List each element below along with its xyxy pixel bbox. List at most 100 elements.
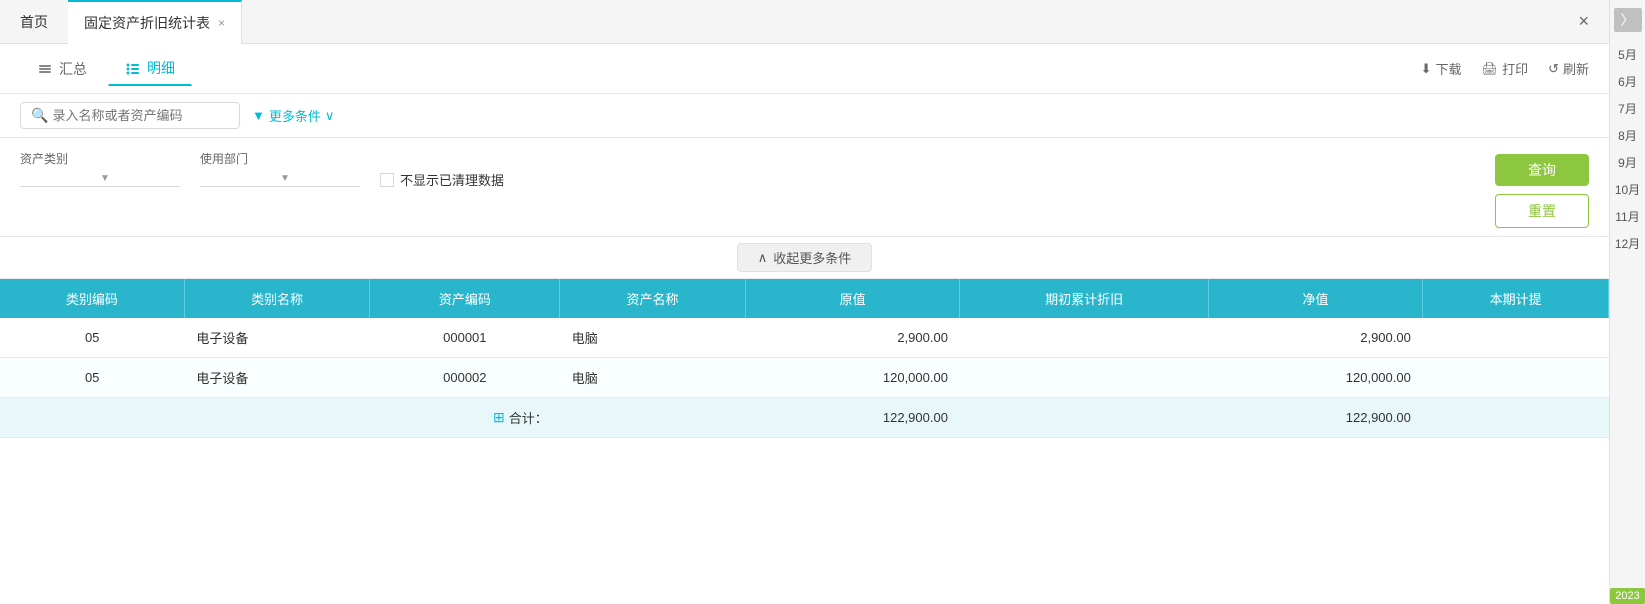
asset-category-field: 资产类别 ▼ xyxy=(20,150,180,187)
use-department-field: 使用部门 ▼ xyxy=(200,150,360,187)
cell-net-value: 2,900.00 xyxy=(1208,318,1423,358)
summary-net-value: 122,900.00 xyxy=(1208,398,1423,438)
tab-home[interactable]: 首页 xyxy=(0,0,68,44)
month-item-10[interactable]: 10月 xyxy=(1610,177,1645,202)
month-item-7[interactable]: 7月 xyxy=(1610,96,1645,121)
month-item-6[interactable]: 6月 xyxy=(1610,69,1645,94)
data-table-wrap: 类别编码 类别名称 资产编码 资产名称 原值 期初累计折旧 净值 本期计提 05… xyxy=(0,279,1609,604)
cell-category-name: 电子设备 xyxy=(184,358,370,398)
cell-original-value: 2,900.00 xyxy=(745,318,960,358)
cell-category-name: 电子设备 xyxy=(184,318,370,358)
sidebar-expand-arrow[interactable]: 〉 xyxy=(1614,8,1642,32)
col-current-depreciation: 本期计提 xyxy=(1423,279,1609,318)
col-asset-code: 资产编码 xyxy=(370,279,560,318)
collapse-bar: ∧ 收起更多条件 xyxy=(0,237,1609,279)
month-item-5[interactable]: 5月 xyxy=(1610,42,1645,67)
list-icon xyxy=(125,60,141,76)
chevron-down-icon: ∨ xyxy=(325,108,335,124)
month-item-11[interactable]: 11月 xyxy=(1610,204,1645,229)
cell-net-value: 120,000.00 xyxy=(1208,358,1423,398)
summary-original-value: 122,900.00 xyxy=(745,398,960,438)
col-category-code: 类别编码 xyxy=(0,279,184,318)
asset-category-arrow: ▼ xyxy=(100,173,180,184)
cell-category-code: 05 xyxy=(0,358,184,398)
tab-close-icon[interactable]: × xyxy=(218,16,225,30)
download-label: 下载 xyxy=(1436,59,1462,78)
hide-cleared-checkbox[interactable] xyxy=(380,173,394,187)
summary-accumulated-depreciation xyxy=(960,398,1208,438)
window-close-button[interactable]: × xyxy=(1558,11,1609,32)
col-accumulated-depreciation: 期初累计折旧 xyxy=(960,279,1208,318)
collapse-button[interactable]: ∧ 收起更多条件 xyxy=(737,243,873,272)
cell-accumulated-depreciation xyxy=(960,318,1208,358)
sub-tab-bar: 汇总 明细 ⬇ 下载 🖨 打印 ↺ 刷新 xyxy=(0,44,1609,94)
col-asset-name: 资产名称 xyxy=(560,279,746,318)
collapse-up-icon: ∧ xyxy=(758,250,768,266)
cell-asset-code: 000002 xyxy=(370,358,560,398)
table-row: 05 电子设备 000001 电脑 2,900.00 2,900.00 xyxy=(0,318,1609,358)
summary-label-cell: ⊞ 合计： xyxy=(370,398,560,438)
summary-label-text: 合计： xyxy=(509,408,548,427)
hide-cleared-label: 不显示已清理数据 xyxy=(400,170,504,189)
asset-category-label: 资产类别 xyxy=(20,150,180,167)
tab-summary[interactable]: 汇总 xyxy=(20,52,104,86)
tab-detail-label: 明细 xyxy=(147,58,175,78)
col-category-name: 类别名称 xyxy=(184,279,370,318)
layers-icon xyxy=(37,61,53,77)
col-net-value: 净值 xyxy=(1208,279,1423,318)
download-button[interactable]: ⬇ 下载 xyxy=(1421,59,1462,78)
refresh-button[interactable]: ↺ 刷新 xyxy=(1548,59,1589,78)
col-original-value: 原值 xyxy=(745,279,960,318)
print-icon: 🖨 xyxy=(1482,61,1499,77)
month-item-8[interactable]: 8月 xyxy=(1610,123,1645,148)
table-header-row: 类别编码 类别名称 资产编码 资产名称 原值 期初累计折旧 净值 本期计提 xyxy=(0,279,1609,318)
print-button[interactable]: 🖨 打印 xyxy=(1482,59,1529,78)
cell-asset-code: 000001 xyxy=(370,318,560,358)
filter-icon: ▼ xyxy=(252,108,265,123)
table-row: 05 电子设备 000002 电脑 120,000.00 120,000.00 xyxy=(0,358,1609,398)
print-label: 打印 xyxy=(1502,59,1528,78)
collapse-label: 收起更多条件 xyxy=(773,248,851,267)
data-table: 类别编码 类别名称 资产编码 资产名称 原值 期初累计折旧 净值 本期计提 05… xyxy=(0,279,1609,438)
search-wrap: 🔍 xyxy=(20,102,240,129)
refresh-icon: ↺ xyxy=(1548,61,1559,77)
cell-current-depreciation xyxy=(1423,358,1609,398)
use-department-arrow: ▼ xyxy=(280,173,360,184)
more-filter-button[interactable]: ▼ 更多条件 ∨ xyxy=(252,106,334,125)
summary-empty-1 xyxy=(0,398,184,438)
advanced-filter: 资产类别 ▼ 使用部门 ▼ 不显示已清理数据 查询 重置 xyxy=(0,138,1609,237)
toolbar-actions: ⬇ 下载 🖨 打印 ↺ 刷新 xyxy=(1421,59,1589,78)
tab-summary-label: 汇总 xyxy=(59,59,87,79)
cell-asset-name: 电脑 xyxy=(560,358,746,398)
cell-category-code: 05 xyxy=(0,318,184,358)
month-item-12[interactable]: 12月 xyxy=(1610,231,1645,256)
cell-current-depreciation xyxy=(1423,318,1609,358)
tab-active[interactable]: 固定资产折旧统计表 × xyxy=(68,0,242,44)
query-button[interactable]: 查询 xyxy=(1495,154,1589,186)
sum-icon: ⊞ xyxy=(493,409,505,426)
cell-original-value: 120,000.00 xyxy=(745,358,960,398)
month-item-9[interactable]: 9月 xyxy=(1610,150,1645,175)
summary-current-depreciation xyxy=(1423,398,1609,438)
summary-empty-3 xyxy=(560,398,746,438)
year-badge[interactable]: 2023 xyxy=(1610,588,1645,604)
filter-bar: 🔍 ▼ 更多条件 ∨ xyxy=(0,94,1609,138)
filter-buttons: 查询 重置 xyxy=(1495,154,1589,228)
search-input[interactable] xyxy=(52,108,212,123)
search-icon: 🔍 xyxy=(31,107,48,124)
refresh-label: 刷新 xyxy=(1563,59,1589,78)
right-sidebar: 〉 5月 6月 7月 8月 9月 10月 11月 12月 2023 xyxy=(1609,0,1645,604)
sub-tabs-left: 汇总 明细 xyxy=(20,51,192,86)
use-department-select[interactable]: ▼ xyxy=(200,171,360,187)
asset-category-select[interactable]: ▼ xyxy=(20,171,180,187)
summary-row: ⊞ 合计： 122,900.00 122,900.00 xyxy=(0,398,1609,438)
download-icon: ⬇ xyxy=(1421,61,1432,77)
cell-asset-name: 电脑 xyxy=(560,318,746,358)
use-department-label: 使用部门 xyxy=(200,150,360,167)
tab-bar: 首页 固定资产折旧统计表 × × xyxy=(0,0,1609,44)
tab-detail[interactable]: 明细 xyxy=(108,51,192,86)
more-filter-label: 更多条件 xyxy=(269,106,321,125)
reset-button[interactable]: 重置 xyxy=(1495,194,1589,228)
hide-cleared-area: 不显示已清理数据 xyxy=(380,170,504,189)
summary-empty-2 xyxy=(184,398,370,438)
